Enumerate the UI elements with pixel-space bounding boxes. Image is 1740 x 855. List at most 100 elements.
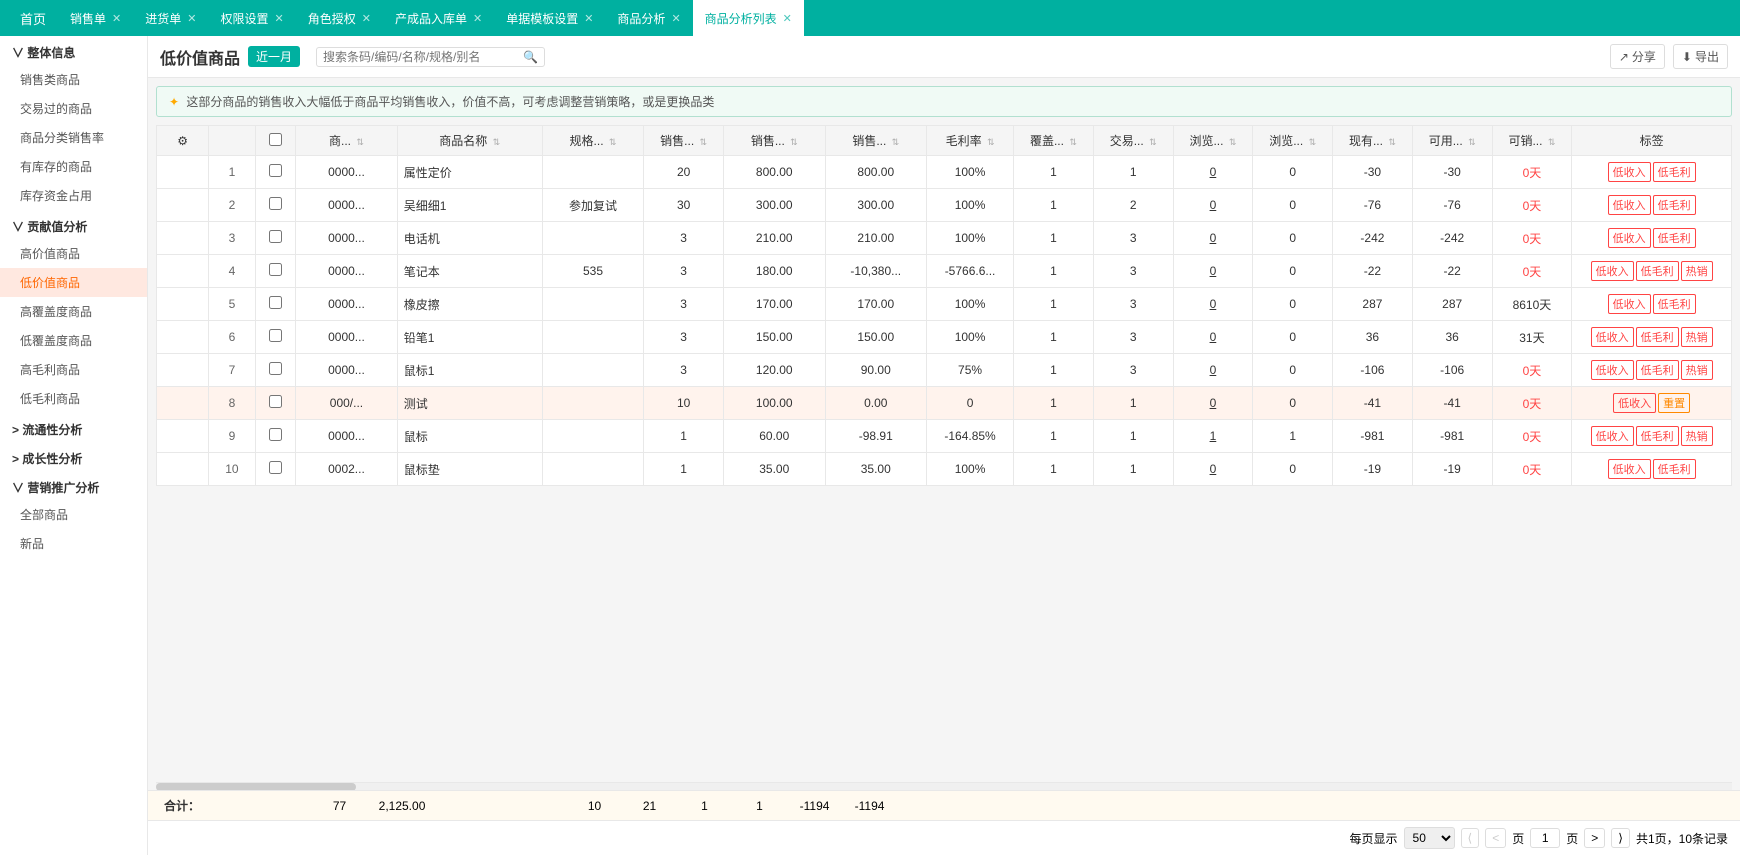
- col-spec-header[interactable]: 规格... ⇅: [542, 126, 644, 156]
- sidebar-item-high-margin[interactable]: 高毛利商品: [0, 355, 147, 384]
- nav-home[interactable]: 首页: [8, 0, 58, 36]
- row-coverage: 1: [1014, 354, 1094, 387]
- group-flow-label: > 流通性分析: [12, 421, 82, 438]
- search-input[interactable]: [323, 50, 523, 64]
- col-stock-header[interactable]: 现有... ⇅: [1333, 126, 1413, 156]
- view1-link[interactable]: 0: [1210, 264, 1217, 278]
- row-checkbox[interactable]: [269, 296, 282, 309]
- sidebar-item-stock-products[interactable]: 有库存的商品: [0, 152, 147, 181]
- nav-purchase[interactable]: 进货单 ✕: [133, 0, 208, 36]
- close-analysis-list-icon[interactable]: ✕: [783, 12, 792, 25]
- col-margin-header[interactable]: 毛利率 ⇅: [927, 126, 1014, 156]
- sidebar-group-overall[interactable]: ∨ 整体信息: [0, 36, 147, 65]
- row-checkbox[interactable]: [269, 263, 282, 276]
- search-box: 🔍: [316, 47, 545, 67]
- col-code-header[interactable]: 商... ⇅: [296, 126, 398, 156]
- row-gear: [157, 222, 209, 255]
- view1-link[interactable]: 0: [1210, 231, 1217, 245]
- sidebar-item-high-coverage[interactable]: 高覆盖度商品: [0, 297, 147, 326]
- col-saleqty-header[interactable]: 销售... ⇅: [644, 126, 724, 156]
- view1-link[interactable]: 0: [1210, 198, 1217, 212]
- sidebar-item-low-margin[interactable]: 低毛利商品: [0, 384, 147, 413]
- row-saleamt: 210.00: [825, 222, 927, 255]
- col-coverage-header[interactable]: 覆盖... ⇅: [1014, 126, 1094, 156]
- close-product-icon[interactable]: ✕: [473, 12, 482, 25]
- row-tags: 低收入低毛利: [1572, 156, 1732, 189]
- last-page-button[interactable]: ⟩: [1611, 828, 1630, 848]
- col-name-header[interactable]: 商品名称 ⇅: [397, 126, 542, 156]
- row-checkbox[interactable]: [269, 197, 282, 210]
- sidebar-item-new-products[interactable]: 新品: [0, 529, 147, 558]
- row-checkbox[interactable]: [269, 329, 282, 342]
- row-checkbox[interactable]: [269, 461, 282, 474]
- horizontal-scrollbar[interactable]: [156, 782, 1732, 790]
- nav-analysis-list[interactable]: 商品分析列表 ✕: [693, 0, 804, 36]
- export-button[interactable]: ⬇ 导出: [1673, 44, 1728, 69]
- row-checkbox[interactable]: [269, 428, 282, 441]
- row-checkbox[interactable]: [269, 362, 282, 375]
- per-page-select[interactable]: 50 100 200: [1404, 827, 1455, 849]
- row-checkbox[interactable]: [269, 230, 282, 243]
- close-analysis-icon[interactable]: ✕: [671, 12, 680, 25]
- row-checkbox[interactable]: [269, 164, 282, 177]
- table-row: 4 0000... 笔记本 535 3 180.00 -10,380... -5…: [157, 255, 1732, 288]
- search-icon[interactable]: 🔍: [523, 50, 538, 64]
- close-permission-icon[interactable]: ✕: [275, 12, 284, 25]
- sidebar-group-flow[interactable]: > 流通性分析: [0, 413, 147, 442]
- share-button[interactable]: ↗ 分享: [1610, 44, 1665, 69]
- page-number-input[interactable]: [1530, 828, 1560, 848]
- nav-analysis[interactable]: 商品分析 ✕: [605, 0, 692, 36]
- nav-sales[interactable]: 销售单 ✕: [58, 0, 133, 36]
- nav-product[interactable]: 产成品入库单 ✕: [383, 0, 494, 36]
- view1-link[interactable]: 0: [1210, 297, 1217, 311]
- sidebar-group-contribution[interactable]: ∨ 贡献值分析: [0, 210, 147, 239]
- view1-link[interactable]: 0: [1210, 462, 1217, 476]
- col-view2-header[interactable]: 浏览... ⇅: [1253, 126, 1333, 156]
- row-margin: -164.85%: [927, 420, 1014, 453]
- col-trade-header[interactable]: 交易... ⇅: [1093, 126, 1173, 156]
- row-days: 8610天: [1492, 288, 1572, 321]
- view1-link[interactable]: 0: [1210, 330, 1217, 344]
- col-avail-header[interactable]: 可用... ⇅: [1412, 126, 1492, 156]
- close-template-icon[interactable]: ✕: [584, 12, 593, 25]
- row-checkbox[interactable]: [269, 395, 282, 408]
- sidebar-item-sales-products[interactable]: 销售类商品: [0, 65, 147, 94]
- nav-role[interactable]: 角色授权 ✕: [296, 0, 383, 36]
- data-table: ⚙ 商... ⇅ 商品名称 ⇅ 规格... ⇅ 销售... ⇅ 销售... ⇅ …: [156, 125, 1732, 486]
- view1-link[interactable]: 0: [1210, 396, 1217, 410]
- time-filter-button[interactable]: 近一月: [248, 46, 300, 67]
- col-checkbox[interactable]: [255, 126, 296, 156]
- col-sellable-header[interactable]: 可销... ⇅: [1492, 126, 1572, 156]
- close-sales-icon[interactable]: ✕: [112, 12, 121, 25]
- col-view1-header[interactable]: 浏览... ⇅: [1173, 126, 1253, 156]
- sidebar-item-all-products[interactable]: 全部商品: [0, 500, 147, 529]
- row-spec: 535: [542, 255, 644, 288]
- nav-template[interactable]: 单据模板设置 ✕: [494, 0, 605, 36]
- row-spec: [542, 288, 644, 321]
- sidebar-item-capital[interactable]: 库存资金占用: [0, 181, 147, 210]
- close-purchase-icon[interactable]: ✕: [187, 12, 196, 25]
- view1-link[interactable]: 0: [1210, 165, 1217, 179]
- view1-link[interactable]: 1: [1210, 429, 1217, 443]
- sidebar-item-traded-products[interactable]: 交易过的商品: [0, 94, 147, 123]
- sidebar-item-low-coverage[interactable]: 低覆盖度商品: [0, 326, 147, 355]
- col-saleprice-header[interactable]: 销售... ⇅: [724, 126, 826, 156]
- col-gear[interactable]: ⚙: [157, 126, 209, 156]
- next-page-button[interactable]: >: [1584, 828, 1605, 848]
- sidebar-group-growth[interactable]: > 成长性分析: [0, 442, 147, 471]
- product-tag: 低收入: [1608, 162, 1651, 182]
- sidebar-item-category-rate[interactable]: 商品分类销售率: [0, 123, 147, 152]
- nav-permission[interactable]: 权限设置 ✕: [208, 0, 295, 36]
- sidebar-group-marketing[interactable]: ∨ 营销推广分析: [0, 471, 147, 500]
- first-page-button[interactable]: ⟨: [1461, 828, 1480, 848]
- table-row: 5 0000... 橡皮擦 3 170.00 170.00 100% 1 3 0…: [157, 288, 1732, 321]
- row-avail: 36: [1412, 321, 1492, 354]
- sidebar-item-low-value[interactable]: 低价值商品: [0, 268, 147, 297]
- col-saleamt-header[interactable]: 销售... ⇅: [825, 126, 927, 156]
- close-role-icon[interactable]: ✕: [362, 12, 371, 25]
- sidebar-item-high-value[interactable]: 高价值商品: [0, 239, 147, 268]
- select-all-checkbox[interactable]: [269, 133, 282, 146]
- view1-link[interactable]: 0: [1210, 363, 1217, 377]
- prev-page-button[interactable]: <: [1485, 828, 1506, 848]
- row-number: 2: [209, 189, 255, 222]
